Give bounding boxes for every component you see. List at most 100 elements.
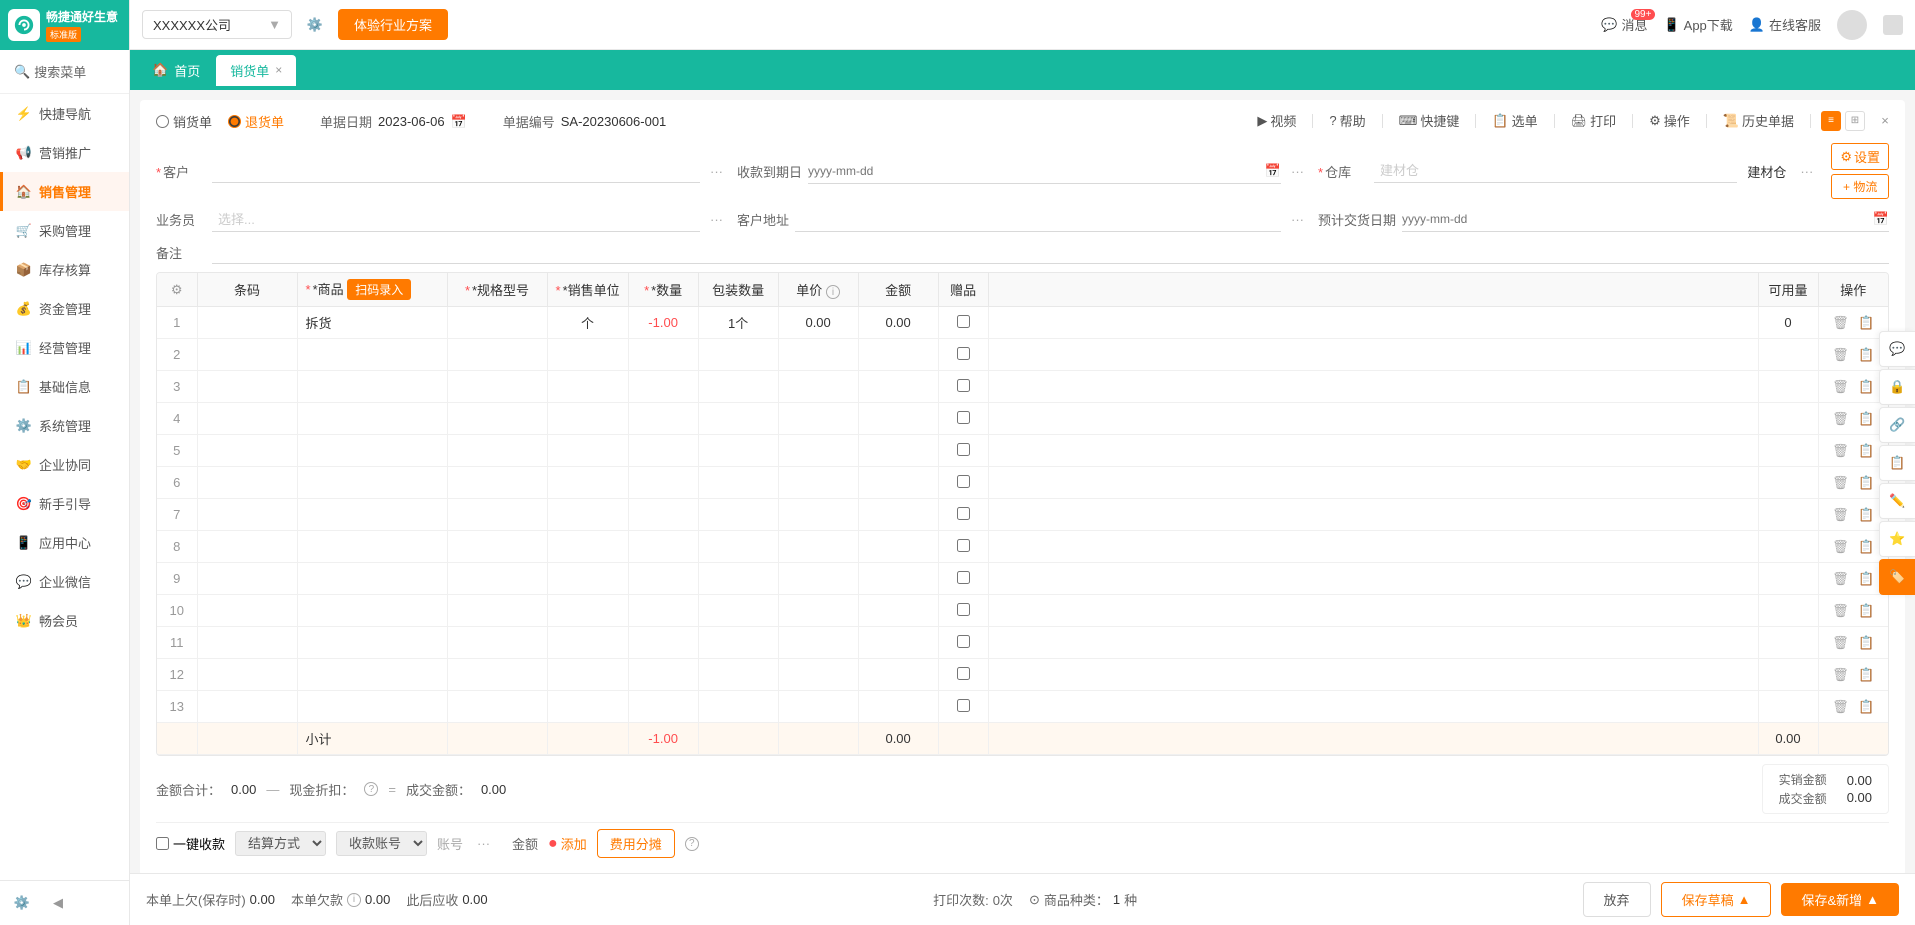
gift-checkbox[interactable] <box>957 603 970 616</box>
row-price[interactable] <box>778 627 858 659</box>
row-gift[interactable] <box>938 435 988 467</box>
radio-sale[interactable] <box>156 115 169 128</box>
row-spec[interactable] <box>447 339 547 371</box>
row-barcode[interactable] <box>197 307 297 339</box>
row-unit[interactable] <box>547 691 628 723</box>
row-unit[interactable] <box>547 435 628 467</box>
row-goods[interactable] <box>297 531 447 563</box>
salesperson-input[interactable] <box>212 208 700 232</box>
expense-split-btn[interactable]: 费用分摊 <box>597 829 675 858</box>
copy-row-btn[interactable]: 📋 <box>1858 475 1874 490</box>
gift-checkbox[interactable] <box>957 667 970 680</box>
app-download-btn[interactable]: 📱 App下载 <box>1663 15 1732 34</box>
delete-row-btn[interactable]: 🗑 <box>1832 379 1849 394</box>
collapse-btn[interactable]: ◀ <box>44 889 72 917</box>
row-amount[interactable] <box>858 499 938 531</box>
row-barcode[interactable] <box>197 371 297 403</box>
settings-footer-btn[interactable]: ⚙️ <box>8 889 36 917</box>
row-goods[interactable] <box>297 403 447 435</box>
delivery-date[interactable]: 📅 <box>1402 207 1889 232</box>
copy-row-btn[interactable]: 📋 <box>1858 443 1874 458</box>
settlement-account-select[interactable]: 收款账号 <box>336 831 427 856</box>
delete-row-btn[interactable]: 🗑 <box>1832 507 1849 522</box>
row-pkgqty[interactable] <box>698 531 778 563</box>
rfloat-lock-btn[interactable]: 🔒 <box>1879 369 1915 405</box>
row-pkgqty[interactable] <box>698 659 778 691</box>
delete-row-btn[interactable]: 🗑 <box>1832 603 1849 618</box>
row-qty[interactable] <box>628 467 698 499</box>
operations-btn[interactable]: ⚙ 操作 <box>1643 108 1696 133</box>
row-qty[interactable] <box>628 627 698 659</box>
row-price[interactable] <box>778 499 858 531</box>
close-form-btn[interactable]: × <box>1875 111 1895 131</box>
row-goods[interactable] <box>297 467 447 499</box>
gift-checkbox[interactable] <box>957 411 970 424</box>
row-pkgqty[interactable] <box>698 627 778 659</box>
row-price[interactable] <box>778 371 858 403</box>
row-qty[interactable] <box>628 371 698 403</box>
row-price[interactable] <box>778 435 858 467</box>
row-barcode[interactable] <box>197 595 297 627</box>
tab-close-icon[interactable]: × <box>275 63 282 77</box>
one-click-payment-checkbox[interactable]: 一键收款 <box>156 834 225 853</box>
row-gift[interactable] <box>938 371 988 403</box>
row-qty[interactable] <box>628 595 698 627</box>
row-barcode[interactable] <box>197 339 297 371</box>
save-draft-btn[interactable]: 保存草稿 ▲ <box>1661 882 1772 917</box>
gift-checkbox[interactable] <box>957 539 970 552</box>
row-gift[interactable] <box>938 563 988 595</box>
copy-row-btn[interactable]: 📋 <box>1858 635 1874 650</box>
company-selector[interactable]: XXXXXX公司 ▼ <box>142 10 292 39</box>
payment-due-calendar-icon[interactable]: 📅 <box>1265 163 1281 179</box>
shortcut-btn[interactable]: ⌨ 快捷键 <box>1393 108 1466 133</box>
row-spec[interactable] <box>447 307 547 339</box>
payment-due-more-btn[interactable]: ··· <box>1287 164 1308 179</box>
row-spec[interactable] <box>447 435 547 467</box>
select-order-btn[interactable]: 📋 选单 <box>1486 108 1543 133</box>
delete-row-btn[interactable]: 🗑 <box>1832 571 1849 586</box>
copy-row-btn[interactable]: 📋 <box>1858 507 1874 522</box>
row-goods[interactable] <box>297 435 447 467</box>
row-amount[interactable] <box>858 467 938 499</box>
logistics-btn[interactable]: + 物流 <box>1831 174 1889 199</box>
history-order-btn[interactable]: 📜 历史单据 <box>1717 108 1800 133</box>
sidebar-item-apps[interactable]: 📱应用中心 <box>0 523 129 562</box>
delivery-date-input[interactable] <box>1402 212 1869 226</box>
gift-checkbox[interactable] <box>957 699 970 712</box>
online-service-btn[interactable]: 👤 在线客服 <box>1749 15 1821 34</box>
row-gift[interactable] <box>938 467 988 499</box>
row-price[interactable] <box>778 403 858 435</box>
row-qty[interactable] <box>628 403 698 435</box>
search-menu-btn[interactable]: 🔍 搜索菜单 <box>8 58 121 85</box>
gift-checkbox[interactable] <box>957 507 970 520</box>
delivery-cal-icon[interactable]: 📅 <box>1873 211 1889 227</box>
row-unit[interactable] <box>547 531 628 563</box>
sidebar-item-inventory[interactable]: 📦库存核算 <box>0 250 129 289</box>
row-price[interactable] <box>778 595 858 627</box>
row-gift[interactable] <box>938 403 988 435</box>
gift-checkbox[interactable] <box>957 635 970 648</box>
row-barcode[interactable] <box>197 659 297 691</box>
scan-btn[interactable]: 扫码录入 <box>347 279 411 300</box>
row-qty[interactable] <box>628 691 698 723</box>
row-spec[interactable] <box>447 627 547 659</box>
video-btn[interactable]: ▶ 视频 <box>1251 108 1302 133</box>
row-goods[interactable] <box>297 659 447 691</box>
rfloat-message-btn[interactable]: 💬 <box>1879 331 1915 367</box>
payment-due-date[interactable]: 📅 <box>808 159 1281 184</box>
row-unit[interactable] <box>547 339 628 371</box>
row-gift[interactable] <box>938 499 988 531</box>
print-btn[interactable]: 🖨 打印 <box>1565 108 1623 133</box>
row-amount[interactable]: 0.00 <box>858 307 938 339</box>
row-amount[interactable] <box>858 595 938 627</box>
settings-btn[interactable]: ⚙️ <box>300 10 330 40</box>
add-expense-btn[interactable]: ● 添加 <box>548 834 587 853</box>
copy-row-btn[interactable]: 📋 <box>1858 603 1874 618</box>
row-gift[interactable] <box>938 531 988 563</box>
row-price[interactable] <box>778 659 858 691</box>
expense-info-icon[interactable]: ? <box>685 837 699 851</box>
delete-row-btn[interactable]: 🗑 <box>1832 699 1849 714</box>
delete-row-btn[interactable]: 🗑 <box>1832 539 1849 554</box>
gift-checkbox[interactable] <box>957 347 970 360</box>
row-price[interactable]: 0.00 <box>778 307 858 339</box>
